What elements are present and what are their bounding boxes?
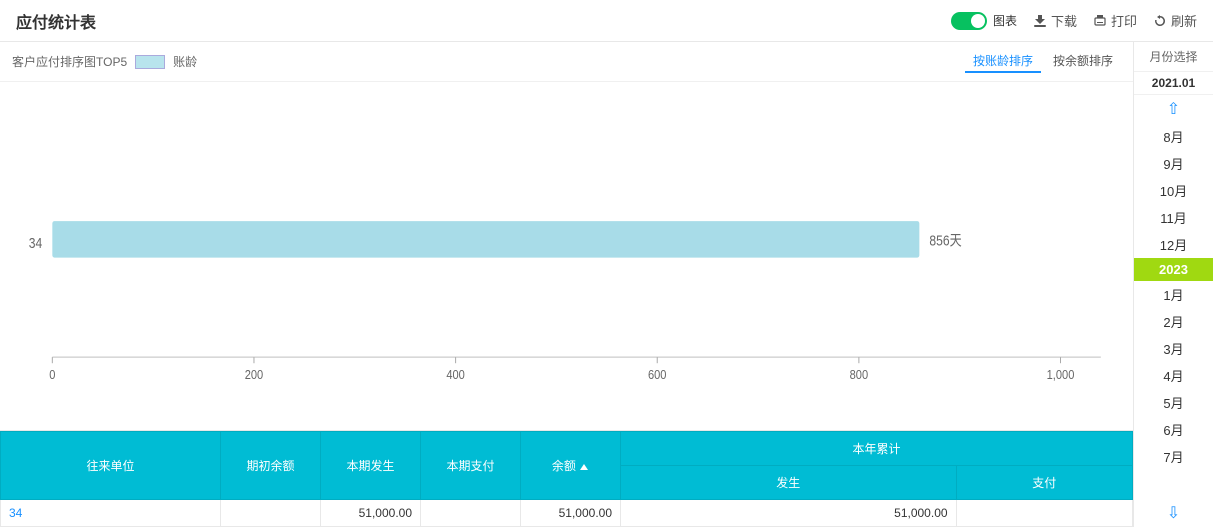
cell-ytd-occur: 51,000.00	[621, 500, 957, 527]
chart-legend: 客户应付排序图TOP5 账龄	[12, 53, 197, 70]
th-balance: 余额	[521, 432, 621, 500]
cell-current-occur: 51,000.00	[321, 500, 421, 527]
svg-text:200: 200	[245, 367, 264, 382]
print-label: 打印	[1111, 11, 1137, 30]
data-table: 往来单位 期初余额 本期发生 本期支付 余额 本年累计 发生	[0, 431, 1133, 527]
print-button[interactable]: 打印	[1093, 11, 1137, 30]
table-row: 34 51,000.00 51,000.00 51,000.00	[1, 500, 1133, 527]
cell-ytd-pay	[956, 500, 1132, 527]
year-badge-2023[interactable]: 2023	[1134, 258, 1213, 281]
month-item-5[interactable]: 5月	[1134, 389, 1213, 416]
month-item-7[interactable]: 7月	[1134, 443, 1213, 470]
refresh-icon	[1153, 14, 1167, 28]
refresh-button[interactable]: 刷新	[1153, 11, 1197, 30]
svg-text:856天: 856天	[929, 232, 961, 248]
sort-icon	[579, 462, 589, 472]
sidebar-current-date[interactable]: 2021.01	[1134, 72, 1213, 95]
month-item-4[interactable]: 4月	[1134, 362, 1213, 389]
th-current-pay: 本期支付	[421, 432, 521, 500]
svg-text:1,000: 1,000	[1047, 367, 1075, 382]
month-item-2[interactable]: 2月	[1134, 308, 1213, 335]
cell-balance: 51,000.00	[521, 500, 621, 527]
month-item-11[interactable]: 11月	[1134, 204, 1213, 231]
chart-toggle-label: 图表	[993, 12, 1017, 29]
th-ytd-pay: 支付	[956, 466, 1132, 500]
unit-link[interactable]: 34	[9, 506, 22, 520]
legend-box	[135, 55, 165, 69]
bar-chart-container: 34 856天 0 200 400 600	[0, 82, 1133, 430]
th-ytd-occur: 发生	[621, 466, 957, 500]
print-icon	[1093, 14, 1107, 28]
th-opening: 期初余额	[221, 432, 321, 500]
scroll-down-button[interactable]: ⇩	[1134, 499, 1213, 527]
legend-box-label: 账龄	[173, 53, 197, 70]
chart-sort-buttons: 按账龄排序 按余额排序	[965, 50, 1121, 73]
chart-toolbar: 客户应付排序图TOP5 账龄 按账龄排序 按余额排序	[0, 42, 1133, 82]
th-current-occur: 本期发生	[321, 432, 421, 500]
month-item-12[interactable]: 12月	[1134, 231, 1213, 258]
month-item-10[interactable]: 10月	[1134, 177, 1213, 204]
svg-text:0: 0	[49, 367, 55, 382]
month-item-8[interactable]: 8月	[1134, 123, 1213, 150]
download-label: 下载	[1051, 11, 1077, 30]
download-icon	[1033, 14, 1047, 28]
month-item-6[interactable]: 6月	[1134, 416, 1213, 443]
bar-chart: 34 856天 0 200 400 600	[12, 90, 1121, 430]
download-button[interactable]: 下载	[1033, 11, 1077, 30]
month-list: 8月 9月 10月 11月 12月 2023 1月 2月 3月 4月 5月 6月…	[1134, 123, 1213, 499]
month-item-9[interactable]: 9月	[1134, 150, 1213, 177]
sidebar-title: 月份选择	[1134, 42, 1213, 72]
sort-by-balance-button[interactable]: 按余额排序	[1045, 50, 1121, 73]
table-section: 往来单位 期初余额 本期发生 本期支付 余额 本年累计 发生	[0, 430, 1133, 527]
scroll-up-button[interactable]: ⇧	[1134, 95, 1213, 123]
refresh-label: 刷新	[1171, 11, 1197, 30]
cell-opening	[221, 500, 321, 527]
svg-text:600: 600	[648, 367, 667, 382]
chart-toggle-group: 图表	[951, 12, 1017, 30]
svg-text:800: 800	[850, 367, 869, 382]
sort-by-age-button[interactable]: 按账龄排序	[965, 50, 1041, 73]
month-item-3[interactable]: 3月	[1134, 335, 1213, 362]
month-sidebar: 月份选择 2021.01 ⇧ 8月 9月 10月 11月 12月 2023 1月…	[1133, 42, 1213, 527]
svg-text:400: 400	[446, 367, 465, 382]
cell-current-pay	[421, 500, 521, 527]
svg-text:34: 34	[29, 235, 43, 251]
header-actions: 图表 下载 打印 刷新	[951, 11, 1197, 30]
cell-unit: 34	[1, 500, 221, 527]
month-item-1[interactable]: 1月	[1134, 281, 1213, 308]
legend-title: 客户应付排序图TOP5	[12, 53, 127, 70]
th-ytd-group: 本年累计	[621, 432, 1133, 466]
th-unit: 往来单位	[1, 432, 221, 500]
chart-toggle[interactable]	[951, 12, 987, 30]
page-title: 应付统计表	[16, 9, 96, 33]
